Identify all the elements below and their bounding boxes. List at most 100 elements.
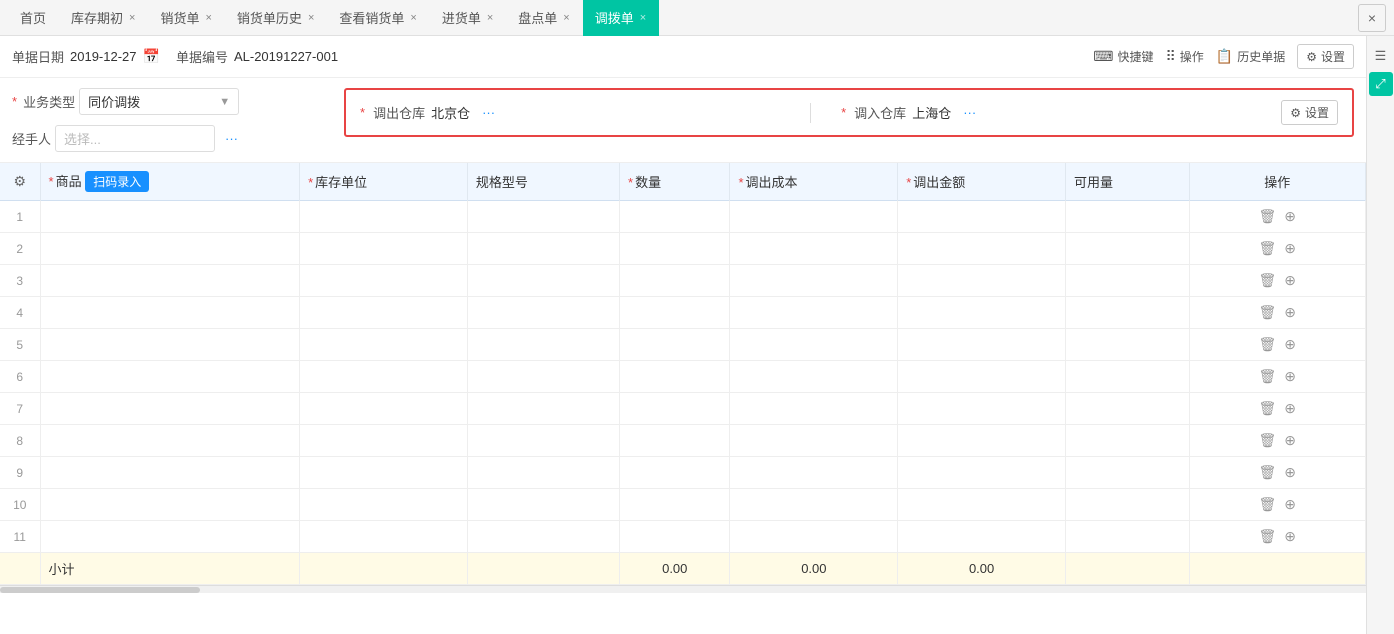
row-amount-10[interactable] [898,489,1066,521]
row-cost-6[interactable] [730,361,898,393]
row-amount-9[interactable] [898,457,1066,489]
row-spec-7[interactable] [467,393,619,425]
row-cost-4[interactable] [730,297,898,329]
row-amount-6[interactable] [898,361,1066,393]
shortcut-btn[interactable]: ⌨ 快捷键 [1093,48,1153,65]
copy-icon-9[interactable]: ⊕ [1284,464,1296,481]
row-unit-10[interactable] [300,489,468,521]
row-available-4[interactable] [1066,297,1190,329]
row-available-3[interactable] [1066,265,1190,297]
row-spec-1[interactable] [467,201,619,233]
delete-icon-7[interactable]: 🗑 [1259,400,1277,417]
copy-icon-8[interactable]: ⊕ [1284,432,1296,449]
row-available-11[interactable] [1066,521,1190,553]
row-qty-4[interactable] [620,297,730,329]
delete-icon-9[interactable]: 🗑 [1259,464,1277,481]
row-unit-6[interactable] [300,361,468,393]
tab-close-transfer[interactable]: × [640,12,646,24]
row-product-7[interactable] [40,393,300,425]
business-type-select[interactable]: 同价调拨 ▼ [79,88,239,115]
row-spec-11[interactable] [467,521,619,553]
row-cost-10[interactable] [730,489,898,521]
row-qty-5[interactable] [620,329,730,361]
target-warehouse-more-btn[interactable]: ··· [963,105,976,120]
row-product-11[interactable] [40,521,300,553]
sidebar-list-icon-btn[interactable]: ☰ [1369,44,1393,68]
row-product-4[interactable] [40,297,300,329]
row-cost-1[interactable] [730,201,898,233]
row-spec-3[interactable] [467,265,619,297]
row-amount-1[interactable] [898,201,1066,233]
form-settings-btn[interactable]: ⚙ 设置 [1281,100,1338,125]
copy-icon-10[interactable]: ⊕ [1284,496,1296,513]
row-spec-6[interactable] [467,361,619,393]
row-amount-3[interactable] [898,265,1066,297]
row-amount-8[interactable] [898,425,1066,457]
tab-purchase-order[interactable]: 进货单 × [430,0,506,36]
row-qty-6[interactable] [620,361,730,393]
row-product-2[interactable] [40,233,300,265]
row-product-8[interactable] [40,425,300,457]
window-close-button[interactable]: × [1358,4,1386,32]
scan-btn[interactable]: 扫码录入 [85,171,149,192]
row-unit-1[interactable] [300,201,468,233]
operations-btn[interactable]: ⠿ 操作 [1165,48,1203,65]
row-qty-1[interactable] [620,201,730,233]
row-product-9[interactable] [40,457,300,489]
delete-icon-3[interactable]: 🗑 [1259,272,1277,289]
row-amount-4[interactable] [898,297,1066,329]
tab-close-sales-order[interactable]: × [205,12,211,24]
row-unit-7[interactable] [300,393,468,425]
copy-icon-5[interactable]: ⊕ [1284,336,1296,353]
tab-inventory-check[interactable]: 盘点单 × [506,0,582,36]
copy-icon-4[interactable]: ⊕ [1284,304,1296,321]
tab-close-inventory-init[interactable]: × [129,12,135,24]
row-qty-3[interactable] [620,265,730,297]
tab-close-purchase-order[interactable]: × [487,12,493,24]
copy-icon-6[interactable]: ⊕ [1284,368,1296,385]
history-btn[interactable]: 📋 历史单据 [1216,48,1285,65]
row-available-7[interactable] [1066,393,1190,425]
row-unit-4[interactable] [300,297,468,329]
row-cost-3[interactable] [730,265,898,297]
tab-view-sales[interactable]: 查看销货单 × [327,0,429,36]
row-unit-5[interactable] [300,329,468,361]
row-unit-9[interactable] [300,457,468,489]
row-spec-10[interactable] [467,489,619,521]
row-spec-4[interactable] [467,297,619,329]
row-amount-11[interactable] [898,521,1066,553]
tab-close-sales-history[interactable]: × [308,12,314,24]
row-cost-9[interactable] [730,457,898,489]
row-product-10[interactable] [40,489,300,521]
tab-inventory-init[interactable]: 库存期初 × [59,0,148,36]
row-cost-11[interactable] [730,521,898,553]
delete-icon-11[interactable]: 🗑 [1259,528,1277,545]
delete-icon-10[interactable]: 🗑 [1259,496,1277,513]
row-cost-7[interactable] [730,393,898,425]
row-product-1[interactable] [40,201,300,233]
tab-sales-order[interactable]: 销货单 × [148,0,224,36]
row-cost-2[interactable] [730,233,898,265]
row-available-9[interactable] [1066,457,1190,489]
row-qty-7[interactable] [620,393,730,425]
row-qty-10[interactable] [620,489,730,521]
calendar-icon[interactable]: 📅 [143,48,160,65]
delete-icon-5[interactable]: 🗑 [1259,336,1277,353]
row-unit-11[interactable] [300,521,468,553]
delete-icon-4[interactable]: 🗑 [1259,304,1277,321]
copy-icon-3[interactable]: ⊕ [1284,272,1296,289]
tab-close-view-sales[interactable]: × [410,12,416,24]
copy-icon-7[interactable]: ⊕ [1284,400,1296,417]
row-amount-7[interactable] [898,393,1066,425]
row-qty-2[interactable] [620,233,730,265]
sidebar-expand-icon-btn[interactable]: ⤢ [1369,72,1393,96]
delete-icon-2[interactable]: 🗑 [1259,240,1277,257]
row-available-5[interactable] [1066,329,1190,361]
tab-transfer[interactable]: 调拨单 × [583,0,659,36]
row-available-8[interactable] [1066,425,1190,457]
row-product-5[interactable] [40,329,300,361]
row-amount-5[interactable] [898,329,1066,361]
row-unit-3[interactable] [300,265,468,297]
row-product-6[interactable] [40,361,300,393]
row-available-6[interactable] [1066,361,1190,393]
